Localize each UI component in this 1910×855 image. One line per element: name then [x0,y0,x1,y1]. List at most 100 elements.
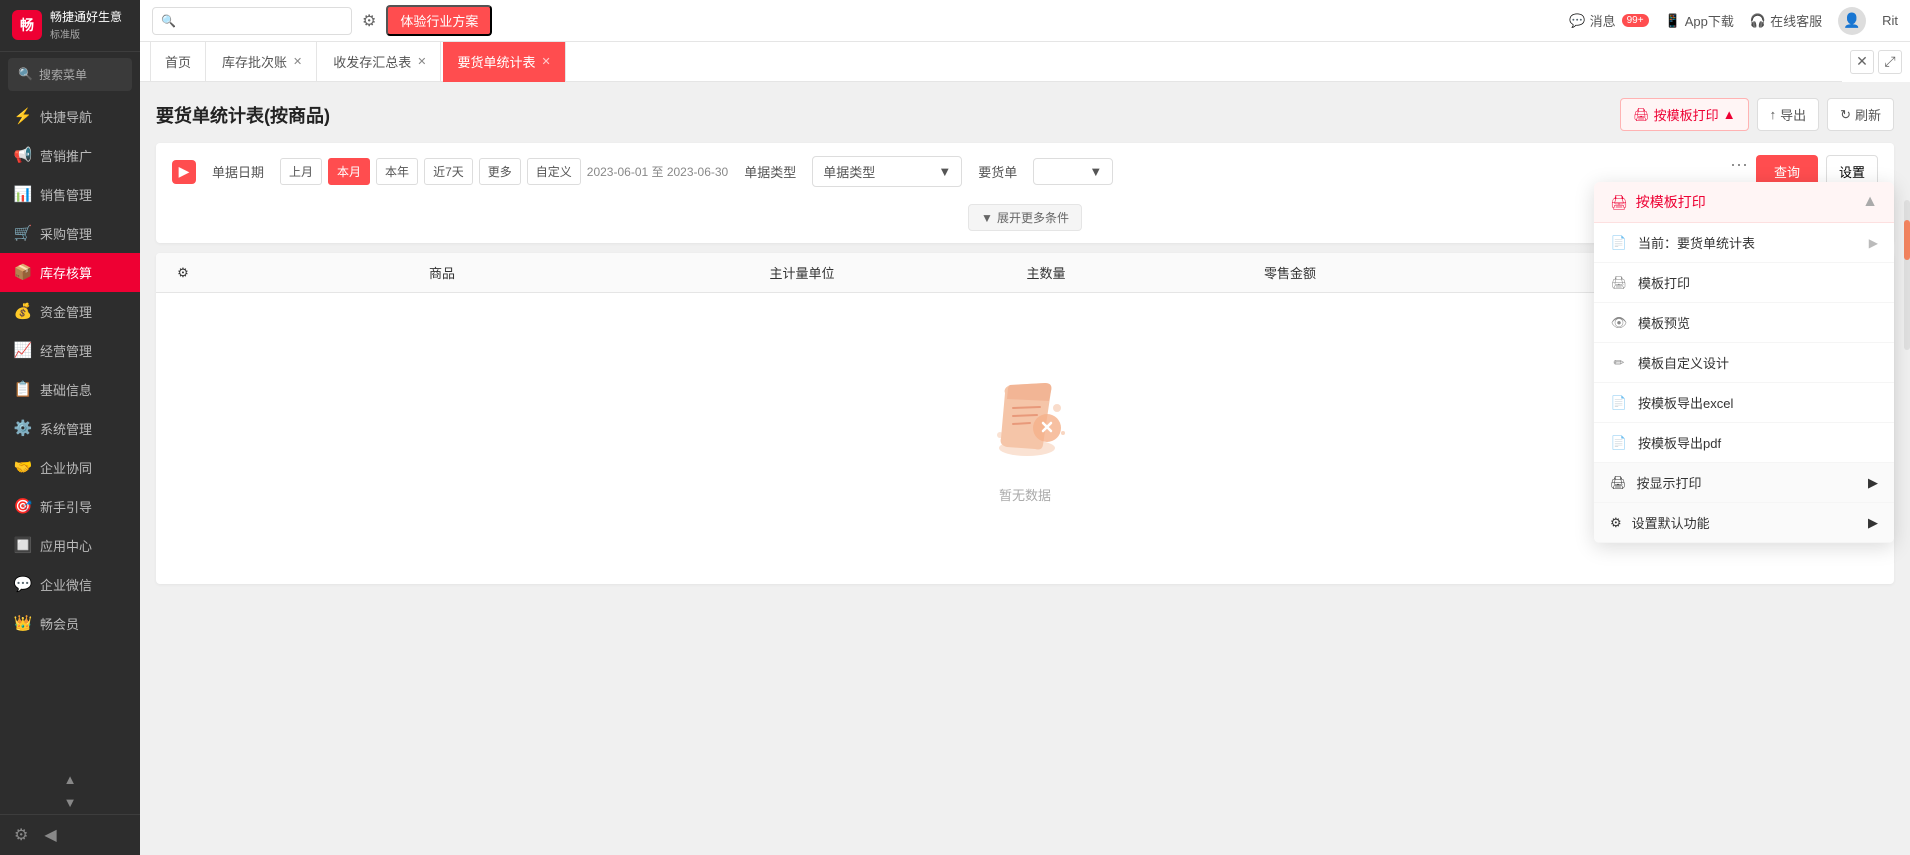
preview-icon: 👁 [1610,315,1628,331]
chevron-right-icon: ▶ [1868,475,1878,491]
app-download-action[interactable]: 📱 App下载 [1665,11,1734,30]
right-scrollbar[interactable] [1904,200,1910,350]
logo-icon: 畅 [12,10,42,40]
user-avatar[interactable]: 👤 [1838,7,1866,35]
dropdown-header: 🖨 按模板打印 ▲ [1594,182,1894,223]
date-btn-prev-month[interactable]: 上月 [280,158,322,185]
sidebar-item-marketing[interactable]: 📢 营销推广 [0,136,140,175]
topbar-gear-icon[interactable]: ⚙ [362,11,376,31]
sidebar-item-wechat[interactable]: 💬 企业微信 [0,565,140,604]
col-settings[interactable]: ⚙ [168,265,198,281]
default-func-icon: ⚙ [1610,515,1622,531]
guide-icon: 🎯 [14,497,32,515]
sidebar-item-label: 资金管理 [40,302,92,321]
dropdown-display-print-section[interactable]: 🖨 按显示打印 ▶ [1594,463,1894,503]
search-icon: 🔍 [18,67,33,81]
sidebar-item-quick-nav[interactable]: ⚡ 快捷导航 [0,97,140,136]
dropdown-template-design[interactable]: ✏ 模板自定义设计 [1594,343,1894,383]
empty-text: 暂无数据 [999,485,1051,504]
doc-type-value: 单据类型 [823,162,875,181]
sales-icon: 📊 [14,185,32,203]
order-flag-label: 要货单 [978,162,1017,181]
app-logo: 畅 畅捷通好生意 标准版 [0,0,140,52]
topbar: 🔍 ⚙ 体验行业方案 💬 消息 99+ 📱 App下载 🎧 在线客服 👤 Rit [140,0,1910,42]
online-service-action[interactable]: 🎧 在线客服 [1750,11,1822,30]
sidebar-item-label: 畅会员 [40,614,79,633]
doc-type-label: 单据类型 [744,162,796,181]
settings-icon[interactable]: ⚙ [14,825,28,845]
sidebar-item-member[interactable]: 👑 畅会员 [0,604,140,643]
tab-close-icon[interactable]: ✕ [293,55,302,68]
expand-icon: ▼ [981,211,993,225]
sidebar-item-apps[interactable]: 🔲 应用中心 [0,526,140,565]
sidebar-item-operations[interactable]: 📈 经营管理 [0,331,140,370]
tab-close-icon[interactable]: ✕ [417,55,426,68]
sidebar-scroll-down[interactable]: ▼ [0,791,140,814]
filter-expand-icon[interactable]: ▶ [172,160,196,184]
sidebar-item-label: 营销推广 [40,146,92,165]
sidebar-item-label: 销售管理 [40,185,92,204]
messages-badge: 99+ [1622,14,1649,27]
sidebar-item-inventory[interactable]: 📦 库存核算 [0,253,140,292]
template-print-dropdown: 🖨 按模板打印 ▲ 📄 当前：要货单统计表 ▶ 🖨 模板打印 👁 模板预览 [1594,182,1894,543]
sidebar-item-basic[interactable]: 📋 基础信息 [0,370,140,409]
sidebar-item-cooperation[interactable]: 🤝 企业协同 [0,448,140,487]
expand-conditions-button[interactable]: ▼ 展开更多条件 [968,204,1082,231]
promo-button[interactable]: 体验行业方案 [386,5,492,36]
tab-home[interactable]: 首页 [150,42,206,82]
collapse-icon[interactable]: ◀ [44,825,56,845]
refresh-button[interactable]: ↻ 刷新 [1827,98,1894,131]
sidebar-item-guide[interactable]: 🎯 新手引导 [0,487,140,526]
sidebar-item-label: 快捷导航 [40,107,92,126]
dropdown-close-icon[interactable]: ▲ [1862,193,1878,211]
member-icon: 👑 [14,614,32,632]
dropdown-default-func-section[interactable]: ⚙ 设置默认功能 ▶ [1594,503,1894,543]
doc-type-select[interactable]: 单据类型 ▼ [812,156,962,187]
tab-label: 收发存汇总表 [333,52,411,71]
app-download-label: App下载 [1685,11,1734,30]
messages-action[interactable]: 💬 消息 99+ [1569,11,1648,30]
marketing-icon: 📢 [14,146,32,164]
order-flag-select[interactable]: ▼ [1033,158,1113,185]
sidebar-item-system[interactable]: ⚙️ 系统管理 [0,409,140,448]
tabbar: 首页 库存批次账 ✕ 收发存汇总表 ✕ 要货单统计表 ✕ ✕ ⤢ [140,42,1910,82]
tab-close-button[interactable]: ✕ [1850,50,1874,74]
template-preview-label: 模板预览 [1638,313,1878,332]
sidebar-scroll-up[interactable]: ▲ [0,768,140,791]
dropdown-export-pdf[interactable]: 📄 按模板导出pdf [1594,423,1894,463]
dropdown-export-excel[interactable]: 📄 按模板导出excel [1594,383,1894,423]
date-btn-this-month[interactable]: 本月 [328,158,370,185]
template-print-button[interactable]: 🖨 按模板打印 ▲ [1620,98,1748,131]
page-header: 要货单统计表(按商品) 🖨 按模板打印 ▲ ↑ 导出 ↻ 刷新 [156,98,1894,131]
page-content: 要货单统计表(按商品) 🖨 按模板打印 ▲ ↑ 导出 ↻ 刷新 [140,82,1910,855]
tab-maximize-button[interactable]: ⤢ [1878,50,1902,74]
tab-close-icon[interactable]: ✕ [542,55,551,68]
current-template-label: 当前：要货单统计表 [1638,233,1859,252]
sidebar-item-label: 经营管理 [40,341,92,360]
date-btn-this-year[interactable]: 本年 [376,158,418,185]
date-btn-custom[interactable]: 自定义 [527,158,581,185]
tab-receivable-summary[interactable]: 收发存汇总表 ✕ [319,42,441,82]
tabbar-controls: ✕ ⤢ [1842,42,1910,82]
sidebar-item-label: 企业微信 [40,575,92,594]
date-btn-more[interactable]: 更多 [479,158,521,185]
dropdown-current-template[interactable]: 📄 当前：要货单统计表 ▶ [1594,223,1894,263]
display-print-icon: 🖨 [1610,475,1627,491]
template-print-item-label: 模板打印 [1638,273,1878,292]
export-button[interactable]: ↑ 导出 [1757,98,1820,131]
app-edition: 标准版 [50,26,122,41]
sidebar-item-purchase[interactable]: 🛒 采购管理 [0,214,140,253]
dropdown-template-preview[interactable]: 👁 模板预览 [1594,303,1894,343]
search-icon: 🔍 [161,14,176,28]
messages-icon: 💬 [1569,13,1585,29]
dropdown-title-label: 按模板打印 [1636,192,1706,212]
tab-inventory-batch[interactable]: 库存批次账 ✕ [208,42,317,82]
date-btn-7days[interactable]: 近7天 [424,158,473,185]
topbar-search[interactable]: 🔍 [152,7,352,35]
dropdown-template-print[interactable]: 🖨 模板打印 [1594,263,1894,303]
tab-order-stats[interactable]: 要货单统计表 ✕ [443,42,565,82]
col-qty: 主数量 [930,263,1162,282]
sidebar-item-sales[interactable]: 📊 销售管理 [0,175,140,214]
sidebar-search[interactable]: 🔍 搜索菜单 [8,58,132,91]
sidebar-item-finance[interactable]: 💰 资金管理 [0,292,140,331]
